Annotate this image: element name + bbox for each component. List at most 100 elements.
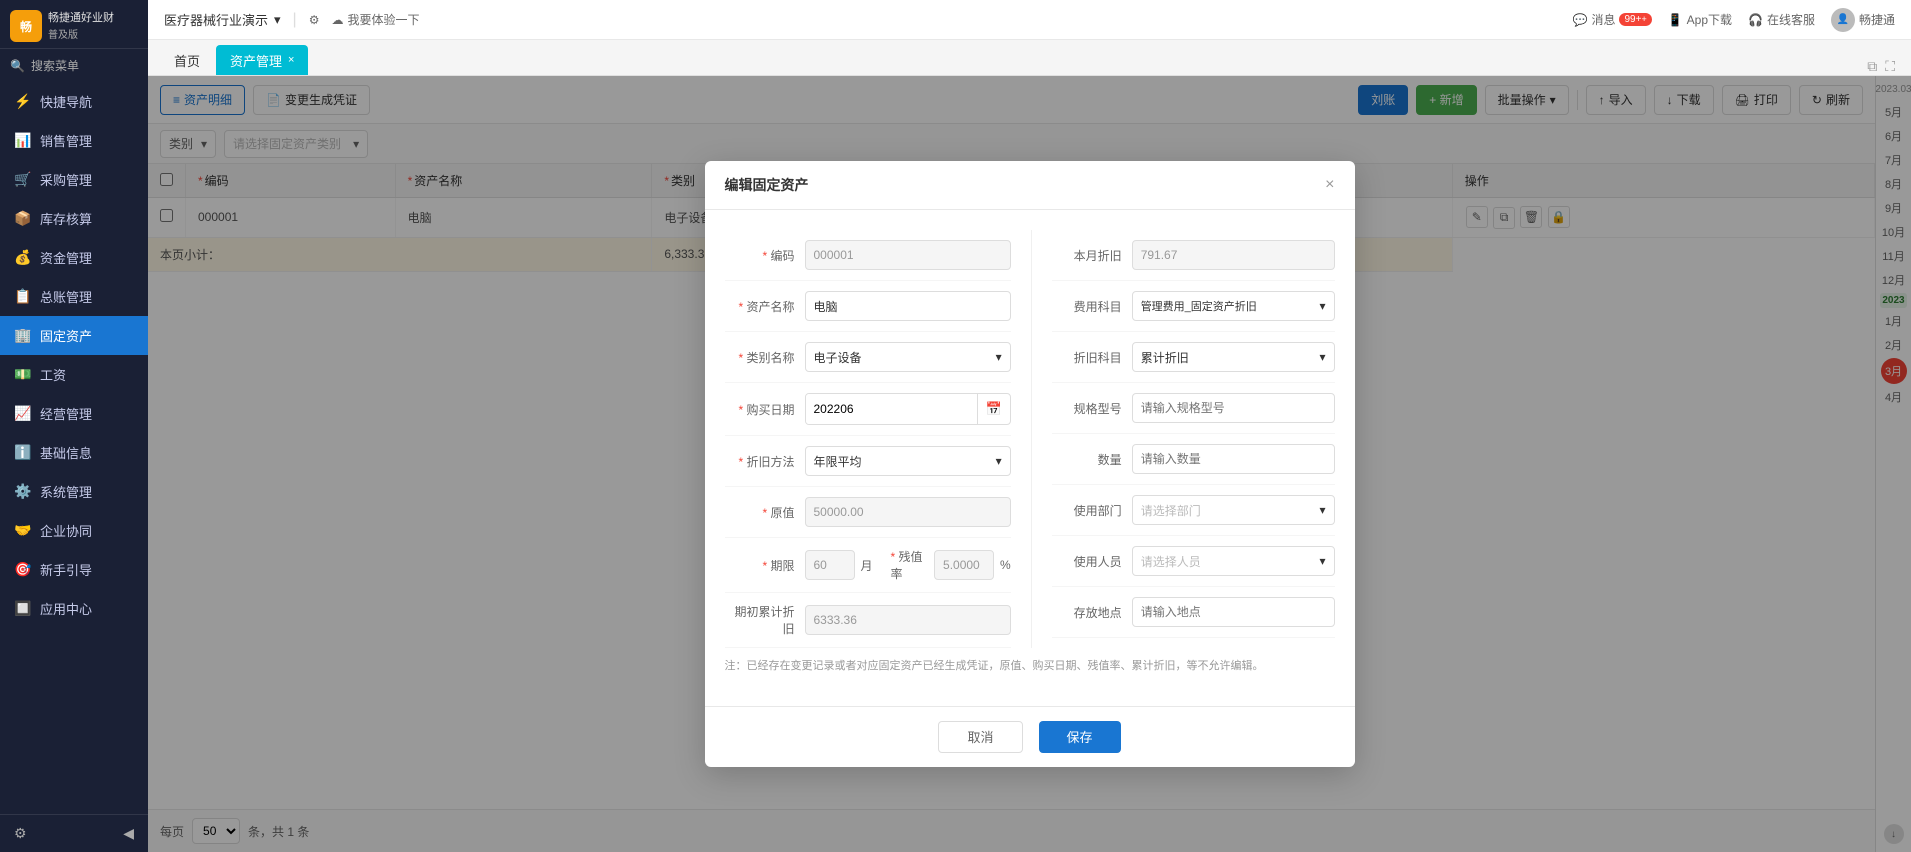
- form-row-dep-subject: 折旧科目 累计折旧 ▾: [1052, 332, 1335, 383]
- dialog-footer: 取消 保存: [705, 706, 1355, 767]
- guide-icon: 🎯: [14, 561, 32, 578]
- sidebar-item-label: 总账管理: [40, 287, 92, 306]
- sidebar-item-label: 资金管理: [40, 248, 92, 267]
- orig-value-label: * 原值: [725, 504, 805, 521]
- sidebar-item-operations[interactable]: 📈 经营管理: [0, 394, 148, 433]
- form-row-category: * 类别名称 电子设备 ▾: [725, 332, 1011, 383]
- sidebar-item-label: 经营管理: [40, 404, 92, 423]
- user-menu[interactable]: 👤 畅捷通: [1831, 8, 1895, 32]
- category-select-icon: ▾: [996, 350, 1002, 364]
- location-label: 存放地点: [1052, 604, 1132, 621]
- dep-subject-select[interactable]: 累计折旧 ▾: [1132, 342, 1335, 372]
- dialog-close-btn[interactable]: ×: [1325, 176, 1334, 194]
- app-icon: 📱: [1668, 13, 1683, 27]
- quantity-input[interactable]: [1132, 444, 1335, 474]
- person-label: 使用人员: [1052, 553, 1132, 570]
- name-input[interactable]: [805, 291, 1011, 321]
- initial-dep-label: 期初累计折旧: [725, 603, 805, 637]
- calendar-icon[interactable]: 📅: [977, 394, 1010, 424]
- sidebar-item-label: 企业协同: [40, 521, 92, 540]
- message-badge: 99++: [1619, 13, 1651, 26]
- collapse-icon[interactable]: ◀: [123, 825, 134, 842]
- purchase-icon: 🛒: [14, 171, 32, 188]
- tab-home-label: 首页: [174, 51, 200, 70]
- experience-btn[interactable]: ☁ 我要体验一下: [331, 11, 419, 28]
- monthly-dep-input: [1132, 240, 1335, 270]
- form-row-code: * 编码: [725, 230, 1011, 281]
- period-label: * 期限: [725, 557, 805, 574]
- company-dropdown-icon: ▾: [274, 12, 281, 28]
- sidebar: 畅 畅捷通好业财 普及版 🔍 搜索菜单 ⚡ 快捷导航 📊 销售管理 🛒 采购管理…: [0, 0, 148, 852]
- dept-select[interactable]: 请选择部门 ▾: [1132, 495, 1335, 525]
- settings-btn[interactable]: ⚙: [309, 13, 320, 27]
- dep-method-select[interactable]: 年限平均 ▾: [805, 446, 1011, 476]
- dialog-header: 编辑固定资产 ×: [705, 161, 1355, 210]
- category-select[interactable]: 电子设备 ▾: [805, 342, 1011, 372]
- dialog-note: 注：已经存在变更记录或者对应固定资产已经生成凭证，原值、购买日期、残值率、累计折…: [725, 648, 1335, 686]
- person-select[interactable]: 请选择人员 ▾: [1132, 546, 1335, 576]
- tab-asset-label: 资产管理: [230, 51, 282, 70]
- sidebar-item-label: 系统管理: [40, 482, 92, 501]
- window-restore-icon[interactable]: ⧉: [1867, 58, 1877, 75]
- sidebar-item-guide[interactable]: 🎯 新手引导: [0, 550, 148, 589]
- appcenter-icon: 🔲: [14, 600, 32, 617]
- salary-icon: 💵: [14, 366, 32, 383]
- spec-input[interactable]: [1132, 393, 1335, 423]
- dep-subject-label: 折旧科目: [1052, 349, 1132, 366]
- sidebar-search[interactable]: 🔍 搜索菜单: [0, 49, 148, 82]
- expense-subject-select[interactable]: 管理费用_固定资产折旧 ▾: [1132, 291, 1335, 321]
- topbar-right: 💬 消息 99++ 📱 App下载 🎧 在线客服 👤 畅捷通: [1573, 8, 1896, 32]
- collab-icon: 🤝: [14, 522, 32, 539]
- sidebar-item-appcenter[interactable]: 🔲 应用中心: [0, 589, 148, 628]
- form-row-monthly-dep: 本月折旧: [1052, 230, 1335, 281]
- dep-method-label: * 折旧方法: [725, 453, 805, 470]
- initial-dep-input: [805, 605, 1011, 635]
- dept-label: 使用部门: [1052, 502, 1132, 519]
- form-row-location: 存放地点: [1052, 587, 1335, 638]
- app-download-btn[interactable]: 📱 App下载: [1668, 11, 1732, 28]
- sidebar-item-label: 采购管理: [40, 170, 92, 189]
- sidebar-item-finance[interactable]: 💰 资金管理: [0, 238, 148, 277]
- period-unit: 月: [861, 557, 873, 574]
- settings-icon[interactable]: ⚙: [14, 825, 27, 842]
- sidebar-item-label: 快捷导航: [40, 92, 92, 111]
- sidebar-item-salary[interactable]: 💵 工资: [0, 355, 148, 394]
- sidebar-item-label: 应用中心: [40, 599, 92, 618]
- form-row-expense-subject: 费用科目 管理费用_固定资产折旧 ▾: [1052, 281, 1335, 332]
- online-service-label: 在线客服: [1767, 11, 1815, 28]
- period-inline: 月 * 残值率 %: [805, 548, 1011, 582]
- sidebar-item-ledger[interactable]: 📋 总账管理: [0, 277, 148, 316]
- cancel-button[interactable]: 取消: [938, 721, 1022, 753]
- code-input: [805, 240, 1011, 270]
- sidebar-settings: ⚙ ◀: [0, 814, 148, 852]
- sidebar-item-purchase[interactable]: 🛒 采购管理: [0, 160, 148, 199]
- residual-rate-input: [934, 550, 994, 580]
- sidebar-item-sales[interactable]: 📊 销售管理: [0, 121, 148, 160]
- sidebar-item-quicknav[interactable]: ⚡ 快捷导航: [0, 82, 148, 121]
- dept-placeholder: 请选择部门: [1141, 502, 1201, 519]
- sidebar-item-label: 工资: [40, 365, 66, 384]
- company-selector[interactable]: 医疗器械行业演示 ▾: [164, 10, 281, 29]
- message-label: 消息: [1591, 11, 1615, 28]
- online-service-btn[interactable]: 🎧 在线客服: [1748, 11, 1815, 28]
- sidebar-item-inventory[interactable]: 📦 库存核算: [0, 199, 148, 238]
- tab-home[interactable]: 首页: [160, 45, 214, 75]
- sidebar-item-basicinfo[interactable]: ℹ️ 基础信息: [0, 433, 148, 472]
- app-download-label: App下载: [1687, 11, 1732, 28]
- message-btn[interactable]: 💬 消息 99++: [1573, 11, 1652, 28]
- sidebar-item-collab[interactable]: 🤝 企业协同: [0, 511, 148, 550]
- date-input[interactable]: [806, 394, 977, 424]
- sidebar-item-fixedasset[interactable]: 🏢 固定资产: [0, 316, 148, 355]
- sidebar-item-sysadmin[interactable]: ⚙️ 系统管理: [0, 472, 148, 511]
- tab-close-icon[interactable]: ×: [288, 54, 294, 66]
- experience-icon: ☁: [331, 13, 343, 27]
- window-expand-icon[interactable]: ⛶: [1885, 58, 1895, 75]
- save-button[interactable]: 保存: [1039, 721, 1121, 753]
- residual-label: * 残值率: [891, 548, 929, 582]
- finance-icon: 💰: [14, 249, 32, 266]
- period-input: [805, 550, 855, 580]
- location-input[interactable]: [1132, 597, 1335, 627]
- basicinfo-icon: ℹ️: [14, 444, 32, 461]
- quicknav-icon: ⚡: [14, 93, 32, 110]
- tab-asset-mgmt[interactable]: 资产管理 ×: [216, 45, 308, 75]
